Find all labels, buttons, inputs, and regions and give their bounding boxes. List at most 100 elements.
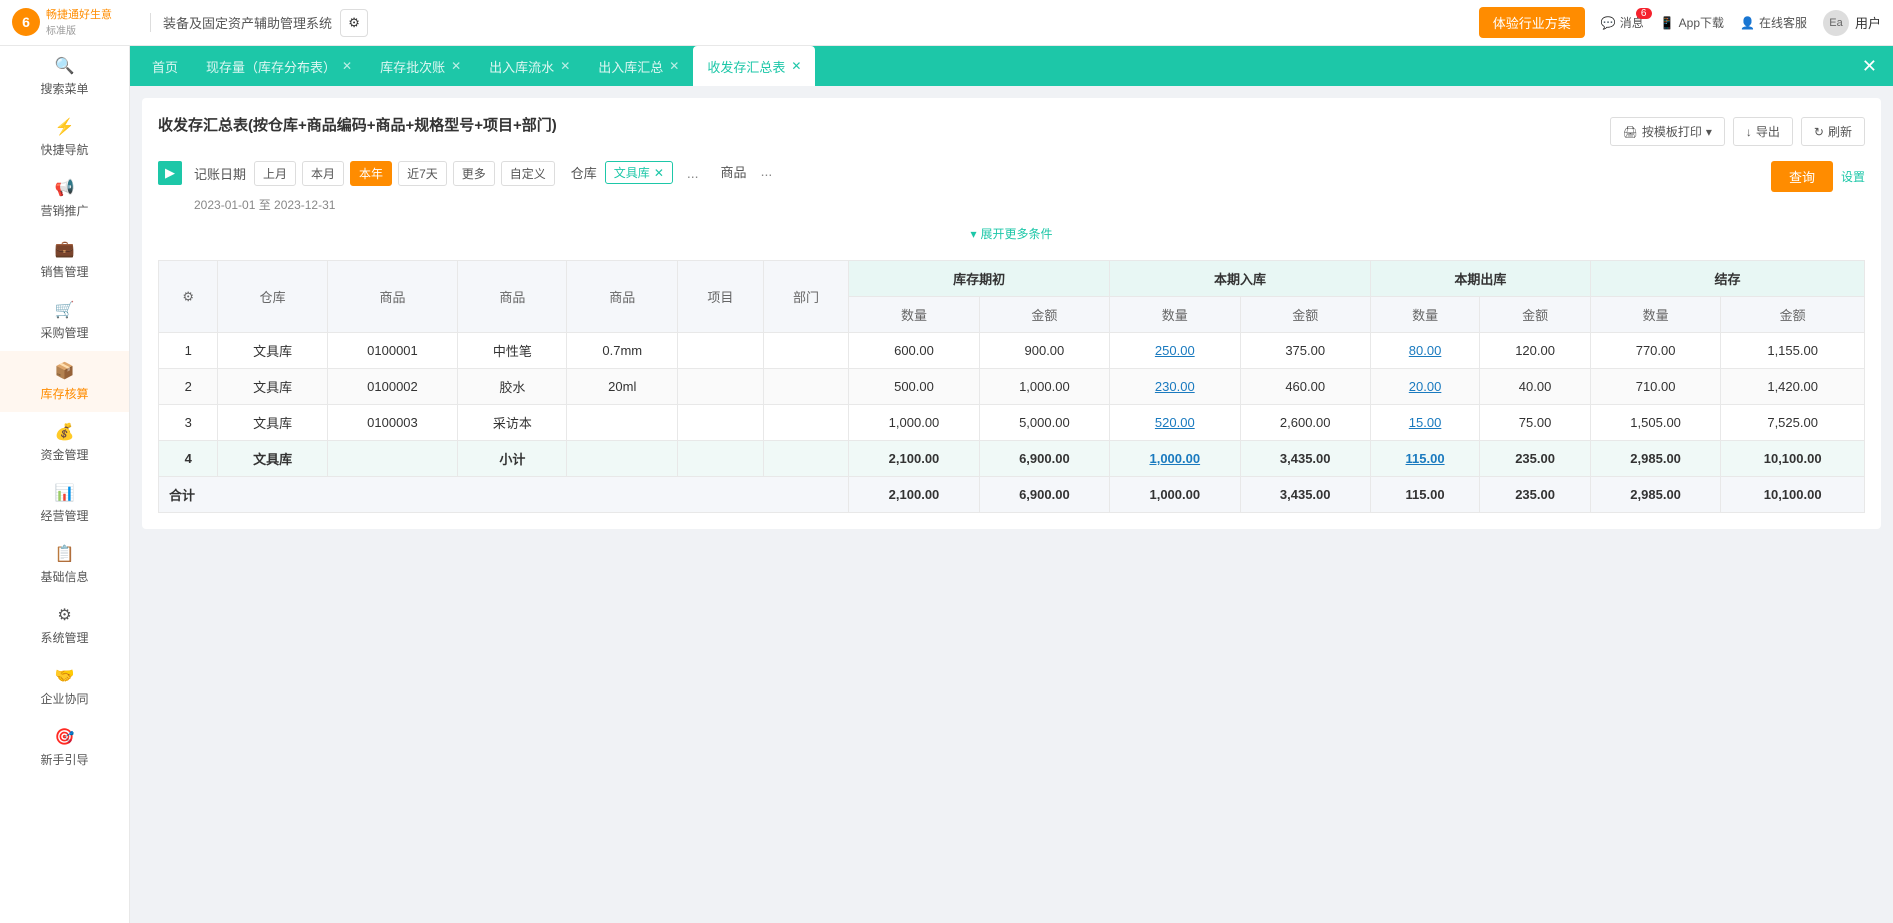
online-service-button[interactable]: 👤 在线客服 <box>1740 14 1807 31</box>
refresh-button[interactable]: ↻ 刷新 <box>1801 117 1865 146</box>
row-in-qty[interactable]: 520.00 <box>1110 405 1240 441</box>
col-settings-header[interactable]: ⚙ <box>159 261 218 333</box>
sidebar-item-enterprise[interactable]: 🤝 企业协同 <box>0 656 129 717</box>
col-goods-name-header: 商品 <box>458 261 567 333</box>
row-warehouse: 文具库 <box>218 333 327 369</box>
date-last-month-button[interactable]: 上月 <box>254 161 296 186</box>
guide-icon: 🎯 <box>55 727 75 747</box>
app-download-button[interactable]: 📱 App下载 <box>1660 14 1724 31</box>
row-out-qty[interactable]: 80.00 <box>1370 333 1479 369</box>
row-end-amt: 1,155.00 <box>1721 333 1865 369</box>
sidebar-item-finance[interactable]: 💰 资金管理 <box>0 412 129 473</box>
page-title: 收发存汇总表(按仓库+商品编码+商品+规格型号+项目+部门) <box>158 114 557 135</box>
warehouse-tag-close-icon[interactable]: ✕ <box>654 166 664 180</box>
row-dept <box>763 441 849 477</box>
system-icon: ⚙ <box>57 605 71 625</box>
row-out-qty[interactable]: 115.00 <box>1370 441 1479 477</box>
col-group-open-header: 库存期初 <box>849 261 1110 297</box>
user-label: 用户 <box>1855 13 1881 32</box>
sidebar-item-marketing[interactable]: 📢 营销推广 <box>0 168 129 229</box>
row-in-qty[interactable]: 230.00 <box>1110 369 1240 405</box>
col-out-qty-header: 数量 <box>1370 297 1479 333</box>
goods-dots-button[interactable]: ... <box>755 161 779 181</box>
tab-batch-close-icon[interactable]: ✕ <box>451 59 461 73</box>
sidebar-item-finance-label: 资金管理 <box>40 446 88 463</box>
tab-bar-close-button[interactable]: ✕ <box>1854 56 1885 77</box>
expand-conditions-button[interactable]: ▾ 展开更多条件 <box>158 219 1865 248</box>
export-button[interactable]: ↓ 导出 <box>1733 117 1793 146</box>
tab-recv-send-close-icon[interactable]: ✕ <box>791 59 801 73</box>
table-row: 1文具库0100001中性笔0.7mm600.00900.00250.00375… <box>159 333 1865 369</box>
tab-summary[interactable]: 出入库汇总 ✕ <box>584 46 693 86</box>
goods-filter-section: 商品 ... <box>721 161 779 181</box>
sidebar-item-enterprise-label: 企业协同 <box>40 690 88 707</box>
date-custom-button[interactable]: 自定义 <box>501 161 555 186</box>
sidebar-item-operations[interactable]: 📊 经营管理 <box>0 473 129 534</box>
footer-open-amt: 6,900.00 <box>979 477 1109 513</box>
row-out-qty[interactable]: 20.00 <box>1370 369 1479 405</box>
row-out-qty[interactable]: 15.00 <box>1370 405 1479 441</box>
date-more-button[interactable]: 更多 <box>453 161 495 186</box>
print-icon: 🖨 <box>1623 125 1638 139</box>
row-end-qty: 1,505.00 <box>1590 405 1720 441</box>
date-this-year-button[interactable]: 本年 <box>350 161 392 186</box>
expand-chevron-icon: ▾ <box>970 227 976 241</box>
footer-end-qty: 2,985.00 <box>1590 477 1720 513</box>
row-goods-spec <box>567 405 678 441</box>
top-actions: 体验行业方案 💬 消息 6 📱 App下载 👤 在线客服 Ea 用户 <box>1479 7 1881 38</box>
sidebar-item-purchase[interactable]: 🛒 采购管理 <box>0 290 129 351</box>
message-button[interactable]: 💬 消息 6 <box>1601 14 1644 31</box>
sidebar-item-guide[interactable]: 🎯 新手引导 <box>0 717 129 778</box>
row-open-qty: 1,000.00 <box>849 405 979 441</box>
tab-stock-dist-label: 现存量（库存分布表） <box>206 57 336 76</box>
tab-home[interactable]: 首页 <box>138 46 192 86</box>
col-project-header: 项目 <box>678 261 764 333</box>
settings-link[interactable]: 设置 <box>1841 168 1865 185</box>
row-goods-code: 0100002 <box>327 369 457 405</box>
settings-gear-button[interactable]: ⚙ <box>340 9 368 37</box>
tab-stock-dist-close-icon[interactable]: ✕ <box>342 59 352 73</box>
row-in-amt: 460.00 <box>1240 369 1370 405</box>
row-warehouse: 文具库 <box>218 369 327 405</box>
search-icon: 🔍 <box>55 56 75 76</box>
refresh-icon: ↻ <box>1814 125 1824 139</box>
footer-in-amt: 3,435.00 <box>1240 477 1370 513</box>
date-7days-button[interactable]: 近7天 <box>398 161 447 186</box>
sidebar-item-search[interactable]: 🔍 搜索菜单 <box>0 46 129 107</box>
row-in-qty[interactable]: 1,000.00 <box>1110 441 1240 477</box>
row-goods-name: 中性笔 <box>458 333 567 369</box>
row-in-amt: 3,435.00 <box>1240 441 1370 477</box>
date-this-month-button[interactable]: 本月 <box>302 161 344 186</box>
logo-area: 6 畅捷通好生意 标准版 <box>12 8 142 37</box>
tab-summary-close-icon[interactable]: ✕ <box>669 59 679 73</box>
print-template-button[interactable]: 🖨 按模板打印 ▾ <box>1610 117 1725 146</box>
date-filter: 上月 本月 本年 近7天 更多 自定义 <box>254 161 555 186</box>
col-group-end-header: 结存 <box>1590 261 1864 297</box>
sidebar-item-quick-nav[interactable]: ⚡ 快捷导航 <box>0 107 129 168</box>
sidebar-item-sales-label: 销售管理 <box>40 263 88 280</box>
sidebar-item-basic-info[interactable]: 📋 基础信息 <box>0 534 129 595</box>
warehouse-dots-button[interactable]: ... <box>681 163 705 183</box>
query-button[interactable]: 查询 <box>1771 161 1833 192</box>
row-warehouse: 文具库 <box>218 405 327 441</box>
trial-button[interactable]: 体验行业方案 <box>1479 7 1585 38</box>
sidebar-item-system-label: 系统管理 <box>40 629 88 646</box>
sidebar-item-sales[interactable]: 💼 销售管理 <box>0 229 129 290</box>
row-end-amt: 10,100.00 <box>1721 441 1865 477</box>
goods-filter-label: 商品 <box>721 162 747 181</box>
row-end-amt: 1,420.00 <box>1721 369 1865 405</box>
col-warehouse-header: 仓库 <box>218 261 327 333</box>
row-in-qty[interactable]: 250.00 <box>1110 333 1240 369</box>
sidebar-item-system[interactable]: ⚙ 系统管理 <box>0 595 129 656</box>
tab-batch[interactable]: 库存批次账 ✕ <box>366 46 475 86</box>
row-in-amt: 375.00 <box>1240 333 1370 369</box>
tab-recv-send[interactable]: 收发存汇总表 ✕ <box>693 46 815 86</box>
row-num: 2 <box>159 369 218 405</box>
tab-stock-dist[interactable]: 现存量（库存分布表） ✕ <box>192 46 366 86</box>
tab-flow-close-icon[interactable]: ✕ <box>560 59 570 73</box>
tab-flow[interactable]: 出入库流水 ✕ <box>475 46 584 86</box>
user-area[interactable]: Ea 用户 <box>1823 10 1881 36</box>
collapse-filter-button[interactable]: ▶ <box>158 161 182 185</box>
footer-in-qty: 1,000.00 <box>1110 477 1240 513</box>
sidebar-item-inventory[interactable]: 📦 库存核算 <box>0 351 129 412</box>
